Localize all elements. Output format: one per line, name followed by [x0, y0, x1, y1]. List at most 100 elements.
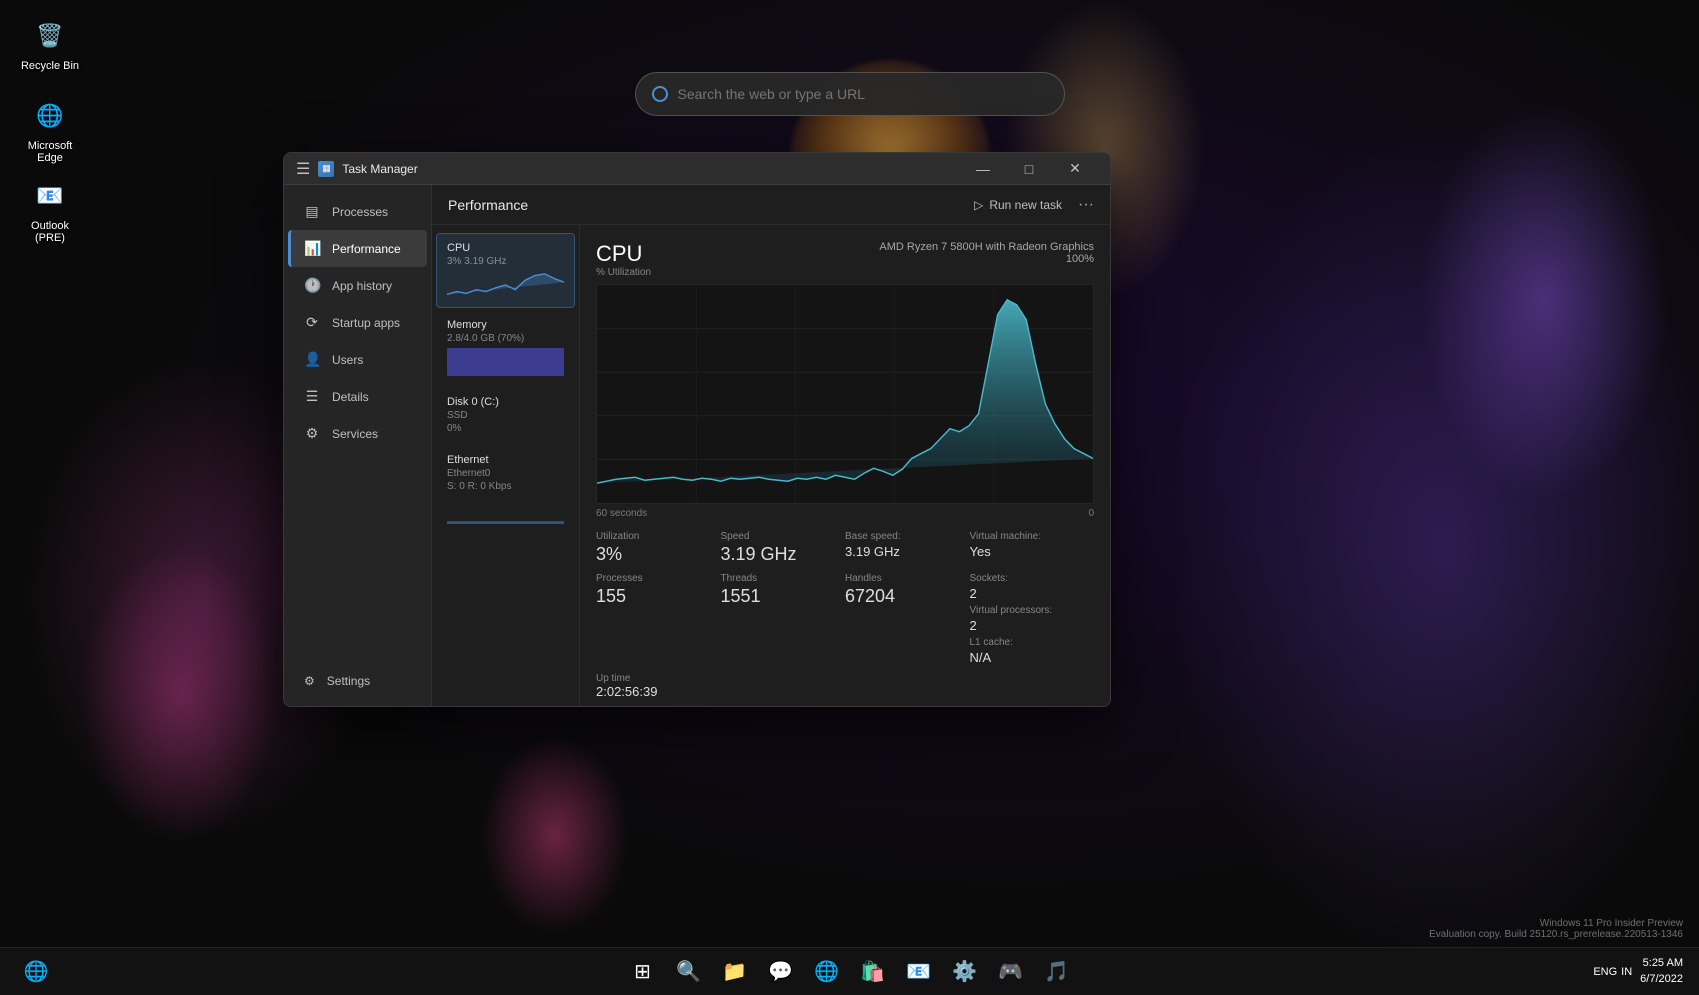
device-item-cpu[interactable]: CPU 3% 3.19 GHz: [436, 233, 575, 308]
cpu-label: CPU: [596, 241, 651, 267]
graph-time-label: 60 seconds: [596, 508, 647, 519]
l1-value: N/A: [970, 650, 1095, 665]
device-ethernet-detail2: S: 0 R: 0 Kbps: [447, 481, 564, 492]
title-bar: ☰ ▦ Task Manager — □ ✕: [284, 153, 1110, 185]
version-line1: Windows 11 Pro Insider Preview: [1429, 918, 1683, 929]
taskbar-center: ⊞ 🔍 📁 💬 🌐 🛍️ 📧 ⚙️ 🎮 🎵: [623, 952, 1077, 992]
maximize-button[interactable]: □: [1006, 153, 1052, 185]
utilization-value: 3%: [596, 544, 705, 565]
base-speed-label: Base speed:: [845, 531, 954, 542]
taskbar-start-button[interactable]: ⊞: [623, 952, 663, 992]
graph-zero-label: 0: [1088, 508, 1094, 519]
performance-header: Performance ▷ Run new task ···: [432, 185, 1110, 225]
sidebar-item-users[interactable]: 👤 Users: [288, 341, 427, 378]
taskbar-chat-button[interactable]: 💬: [761, 952, 801, 992]
cpu-max-label: 100%: [879, 253, 1094, 265]
device-item-disk[interactable]: Disk 0 (C:) SSD 0%: [436, 387, 575, 443]
more-options-button[interactable]: ···: [1078, 196, 1094, 214]
details-icon: ☰: [304, 388, 320, 405]
device-item-memory[interactable]: Memory 2.8/4.0 GB (70%): [436, 310, 575, 385]
sidebar-label-app-history: App history: [332, 279, 392, 293]
app-history-icon: 🕐: [304, 277, 320, 294]
desktop-icon-outlook[interactable]: 📧 Outlook (PRE): [10, 170, 90, 250]
device-ethernet-detail: Ethernet0: [447, 468, 564, 479]
clock-time: 5:25 AM: [1640, 956, 1683, 971]
edge-label: Microsoft Edge: [16, 140, 84, 164]
taskbar-clock: 5:25 AM 6/7/2022: [1640, 956, 1683, 987]
taskbar-store-button[interactable]: 🛍️: [853, 952, 893, 992]
taskbar-notification-icon[interactable]: 🌐: [16, 952, 56, 992]
device-disk-name: Disk 0 (C:): [447, 396, 564, 408]
processes-value: 155: [596, 586, 721, 607]
cpu-graph-container: [596, 284, 1094, 504]
device-item-ethernet[interactable]: Ethernet Ethernet0 S: 0 R: 0 Kbps: [436, 445, 575, 533]
utilization-block: Utilization 3%: [596, 531, 721, 565]
performance-actions: ▷ Run new task ···: [974, 196, 1094, 214]
outlook-icon: 📧: [30, 176, 70, 216]
desktop: 🗑️ Recycle Bin 🌐 Microsoft Edge 📧 Outloo…: [0, 0, 1699, 995]
decorative-blob-pink-left: [80, 545, 280, 845]
device-disk-detail: SSD: [447, 410, 564, 421]
sidebar-item-services[interactable]: ⚙ Services: [288, 415, 427, 452]
run-icon: ▷: [974, 198, 983, 212]
performance-content: CPU 3% 3.19 GHz Memory 2.8/4.0 GB (: [432, 225, 1110, 706]
desktop-icon-recycle-bin[interactable]: 🗑️ Recycle Bin: [10, 10, 90, 78]
sidebar-label-startup-apps: Startup apps: [332, 316, 400, 330]
search-bar[interactable]: [635, 72, 1065, 116]
minimize-button[interactable]: —: [960, 153, 1006, 185]
close-button[interactable]: ✕: [1052, 153, 1098, 185]
taskbar-spotify-button[interactable]: 🎵: [1037, 952, 1077, 992]
desktop-icon-edge[interactable]: 🌐 Microsoft Edge: [10, 90, 90, 170]
hamburger-menu-icon[interactable]: ☰: [296, 159, 310, 179]
taskbar-left: 🌐: [16, 952, 56, 992]
outlook-label: Outlook (PRE): [16, 220, 84, 244]
device-memory-detail: 2.8/4.0 GB (70%): [447, 333, 564, 344]
ethernet-mini-chart: [447, 496, 564, 524]
sidebar-label-services: Services: [332, 427, 378, 441]
l1-label: L1 cache:: [970, 637, 1095, 648]
sidebar-label-users: Users: [332, 353, 363, 367]
vp-label: Virtual processors:: [970, 605, 1095, 616]
taskbar-settings-button[interactable]: ⚙️: [945, 952, 985, 992]
cpu-model: AMD Ryzen 7 5800H with Radeon Graphics: [879, 241, 1094, 253]
settings-icon: ⚙: [304, 674, 315, 688]
version-line2: Evaluation copy. Build 25120.rs_prerelea…: [1429, 929, 1683, 940]
handles-label: Handles: [845, 573, 970, 584]
sidebar-item-app-history[interactable]: 🕐 App history: [288, 267, 427, 304]
decorative-blob-pink-bottom: [480, 735, 630, 935]
sidebar-item-performance[interactable]: 📊 Performance: [288, 230, 427, 267]
sidebar-label-details: Details: [332, 390, 369, 404]
performance-icon: 📊: [304, 240, 320, 257]
sidebar-settings[interactable]: ⚙ Settings: [288, 664, 427, 698]
services-icon: ⚙: [304, 425, 320, 442]
taskbar-xbox-button[interactable]: 🎮: [991, 952, 1031, 992]
task-manager-window: ☰ ▦ Task Manager — □ ✕ ▤ Processes 📊 Per…: [283, 152, 1111, 707]
version-info: Windows 11 Pro Insider Preview Evaluatio…: [1429, 918, 1683, 940]
cpu-header: CPU % Utilization AMD Ryzen 7 5800H with…: [596, 241, 1094, 280]
taskbar-files-button[interactable]: 📁: [715, 952, 755, 992]
task-manager-body: ▤ Processes 📊 Performance 🕐 App history …: [284, 185, 1110, 706]
sockets-block: Sockets: 2 Virtual processors: 2 L1 cach…: [970, 573, 1095, 665]
settings-label: Settings: [327, 674, 370, 688]
uptime-block: Up time 2:02:56:39: [596, 665, 1094, 699]
search-input[interactable]: [678, 86, 1048, 102]
sidebar-item-startup-apps[interactable]: ⟳ Startup apps: [288, 304, 427, 341]
taskbar-system-icons: ENG IN: [1593, 966, 1632, 978]
stats-grid: Utilization 3% Speed 3.19 GHz Base speed…: [596, 531, 1094, 565]
run-new-task-button[interactable]: ▷ Run new task: [974, 198, 1062, 212]
device-list: CPU 3% 3.19 GHz Memory 2.8/4.0 GB (: [432, 225, 580, 706]
sidebar-item-details[interactable]: ☰ Details: [288, 378, 427, 415]
virtual-machine-label: Virtual machine:: [970, 531, 1079, 542]
taskbar-mail-button[interactable]: 📧: [899, 952, 939, 992]
speed-value: 3.19 GHz: [721, 544, 830, 565]
sidebar-label-performance: Performance: [332, 242, 401, 256]
sockets-value: 2: [970, 586, 1095, 601]
taskbar-search-button[interactable]: 🔍: [669, 952, 709, 992]
taskbar-edge-button[interactable]: 🌐: [807, 952, 847, 992]
sidebar-item-processes[interactable]: ▤ Processes: [288, 193, 427, 230]
device-memory-name: Memory: [447, 319, 564, 331]
processes-label: Processes: [596, 573, 721, 584]
speed-label: Speed: [721, 531, 830, 542]
stats-row-2: Processes 155 Threads 1551 Handles 67204: [596, 573, 1094, 665]
device-ethernet-name: Ethernet: [447, 454, 564, 466]
